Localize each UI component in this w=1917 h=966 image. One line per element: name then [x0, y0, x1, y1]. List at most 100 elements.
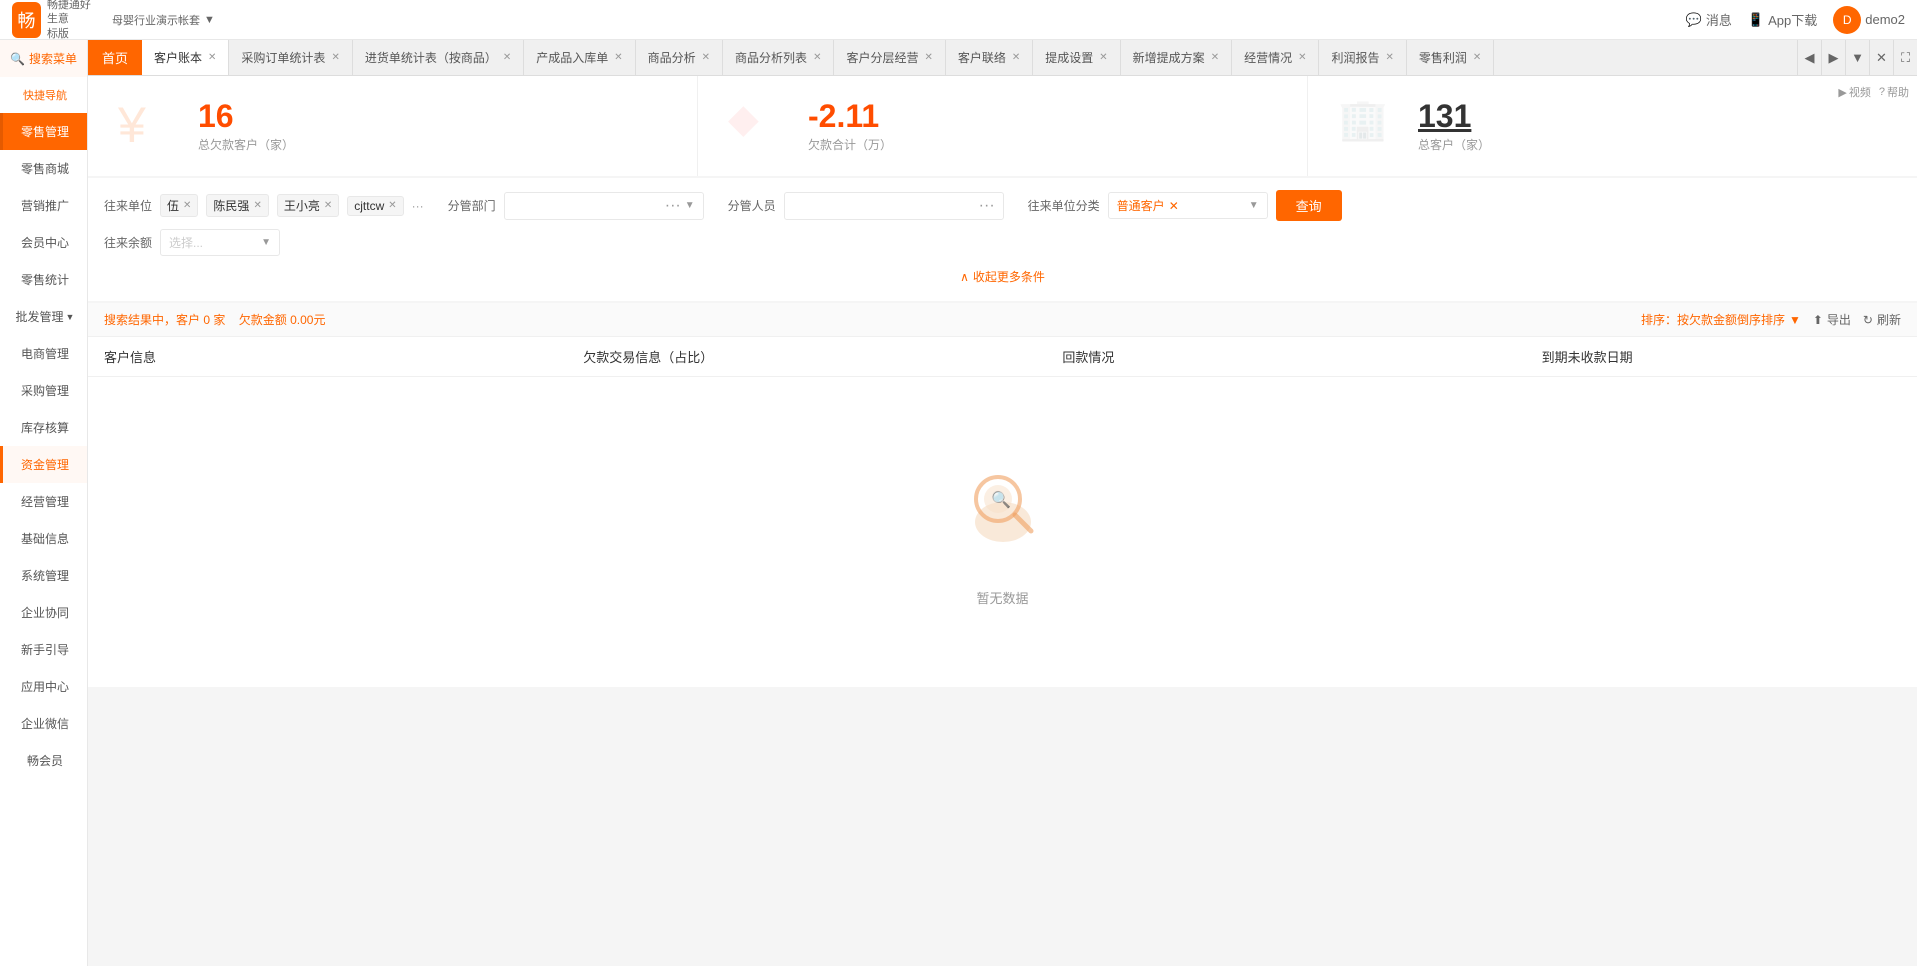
sidebar-item-marketing[interactable]: 营销推广 — [0, 187, 87, 224]
sidebar-item-chang-member[interactable]: 畅会员 — [0, 742, 87, 779]
tab-customer-ledger[interactable]: 客户账本 ✕ — [142, 40, 229, 76]
search-result-bar: 搜索结果中，客户 0 家 欠款金额 0.00元 排序：按欠款金额倒序排序 ▼ ⬆… — [88, 303, 1917, 337]
tab-close-icon[interactable]: ✕ — [1012, 52, 1020, 63]
tab-retail-profit[interactable]: 零售利润 ✕ — [1407, 40, 1494, 76]
tab-close-all-button[interactable]: ✕ — [1869, 40, 1893, 76]
tab-close-icon[interactable]: ✕ — [1473, 52, 1481, 63]
sidebar-item-purchase[interactable]: 采购管理 — [0, 372, 87, 409]
sidebar-item-quick-nav[interactable]: 快捷导航 — [0, 77, 87, 113]
tab-next-button[interactable]: ▶ — [1821, 40, 1845, 76]
tab-customer-tiering[interactable]: 客户分层经营 ✕ — [834, 40, 945, 76]
content-area: 首页 客户账本 ✕ 采购订单统计表 ✕ 进货单统计表（按商品） ✕ 产成品入库单… — [88, 40, 1917, 966]
sidebar-item-retail-stats[interactable]: 零售统计 — [0, 261, 87, 298]
tab-purchase-order-stats[interactable]: 采购订单统计表 ✕ — [229, 40, 352, 76]
export-button[interactable]: ⬆ 导出 — [1813, 311, 1851, 328]
filter-category-label: 往来单位分类 — [1028, 197, 1100, 214]
app-download-button[interactable]: 📱 App下载 — [1748, 10, 1817, 29]
filter-dept-label: 分管部门 — [448, 197, 496, 214]
filter-tag-normal-customer[interactable]: 普通客户 ✕ — [1117, 197, 1179, 214]
sidebar-search-section: 🔍 搜索菜单 — [0, 40, 87, 77]
svg-text:🔍: 🔍 — [991, 489, 1011, 509]
tab-fullscreen-button[interactable]: ⛶ — [1893, 40, 1917, 76]
collapse-filter-button[interactable]: ∧ 收起更多条件 — [104, 264, 1901, 289]
filter-dept-dots[interactable]: ··· — [665, 197, 681, 215]
empty-state: 🔍 暂无数据 — [88, 377, 1917, 687]
video-help-button[interactable]: ▶ 视频 — [1838, 84, 1870, 100]
avatar: D — [1833, 6, 1861, 34]
table-col-repay: 回款情况 — [1062, 347, 1541, 366]
tab-commission-settings[interactable]: 提成设置 ✕ — [1033, 40, 1120, 76]
tab-close-icon[interactable]: ✕ — [614, 52, 622, 63]
remove-tag-cjttcw-icon[interactable]: ✕ — [388, 200, 396, 211]
refresh-button[interactable]: ↻ 刷新 — [1863, 311, 1901, 328]
sidebar-item-member[interactable]: 会员中心 — [0, 224, 87, 261]
workspace-chevron-icon: ▼ — [204, 14, 215, 26]
filter-category-select[interactable]: 普通客户 ✕ ▼ — [1108, 192, 1268, 219]
tab-close-icon[interactable]: ✕ — [208, 52, 216, 63]
tab-customer-contact[interactable]: 客户联络 ✕ — [946, 40, 1033, 76]
filter-tag-cjttcw[interactable]: cjttcw ✕ — [347, 196, 403, 216]
query-button[interactable]: 查询 — [1276, 190, 1342, 221]
sidebar-item-retail-mall[interactable]: 零售商城 — [0, 150, 87, 187]
messages-button[interactable]: 💬 消息 — [1686, 10, 1732, 29]
tab-close-icon[interactable]: ✕ — [813, 52, 821, 63]
filter-more-tags[interactable]: ··· — [412, 199, 424, 213]
remove-tag-wu-icon[interactable]: ✕ — [183, 200, 191, 211]
tab-close-icon[interactable]: ✕ — [1386, 52, 1394, 63]
sidebar: 🔍 搜索菜单 快捷导航 零售管理 零售商城 营销推广 会员中心 零售统计 批发管… — [0, 40, 88, 966]
sidebar-item-enterprise[interactable]: 企业协同 — [0, 594, 87, 631]
sidebar-item-system[interactable]: 系统管理 — [0, 557, 87, 594]
help-icon: ? — [1879, 86, 1885, 98]
tab-close-icon[interactable]: ✕ — [1298, 52, 1306, 63]
logo-icon: 畅 — [12, 2, 41, 38]
tab-close-icon[interactable]: ✕ — [702, 52, 710, 63]
tab-close-icon[interactable]: ✕ — [924, 52, 932, 63]
filter-balance-select[interactable]: 选择... ▼ — [160, 229, 280, 256]
filter-tag-wu[interactable]: 伍 ✕ — [160, 194, 198, 217]
stat-card-customers: ¥ 16 总欠款客户（家） — [88, 76, 698, 176]
sort-select[interactable]: 排序：按欠款金额倒序排序 ▼ — [1641, 311, 1801, 328]
filter-row-2: 往来余额 选择... ▼ — [104, 229, 1901, 256]
sidebar-item-wholesale[interactable]: 批发管理 ▼ — [0, 298, 87, 335]
filter-tag-chen[interactable]: 陈民强 ✕ — [206, 194, 268, 217]
tab-prev-button[interactable]: ◀ — [1797, 40, 1821, 76]
search-menu-button[interactable]: 🔍 搜索菜单 — [8, 50, 79, 67]
video-icon: ▶ — [1838, 86, 1846, 99]
sidebar-item-wechat-work[interactable]: 企业微信 — [0, 705, 87, 742]
filter-tag-wang[interactable]: 王小亮 ✕ — [277, 194, 339, 217]
table-header: 客户信息 欠款交易信息（占比） 回款情况 到期未收款日期 — [88, 337, 1917, 377]
filter-person-select[interactable]: ··· — [784, 192, 1004, 220]
help-button[interactable]: ? 帮助 — [1879, 84, 1909, 100]
sidebar-item-newbie[interactable]: 新手引导 — [0, 631, 87, 668]
logo-text: 畅捷通好生意 标版 — [47, 0, 100, 41]
tab-product-analysis[interactable]: 商品分析 ✕ — [636, 40, 723, 76]
user-menu[interactable]: D demo2 — [1833, 6, 1905, 34]
sidebar-item-ecommerce[interactable]: 电商管理 — [0, 335, 87, 372]
filter-person-label: 分管人员 — [728, 197, 776, 214]
tab-finished-goods[interactable]: 产成品入库单 ✕ — [524, 40, 635, 76]
tab-business-status[interactable]: 经营情况 ✕ — [1232, 40, 1319, 76]
tab-close-icon[interactable]: ✕ — [1099, 52, 1107, 63]
remove-tag-wang-icon[interactable]: ✕ — [324, 200, 332, 211]
tab-add-commission[interactable]: 新增提成方案 ✕ — [1121, 40, 1232, 76]
tab-close-icon[interactable]: ✕ — [1211, 52, 1219, 63]
tab-home[interactable]: 首页 — [88, 40, 142, 76]
tab-purchase-stats-by-product[interactable]: 进货单统计表（按商品） ✕ — [353, 40, 524, 76]
sidebar-item-apps[interactable]: 应用中心 — [0, 668, 87, 705]
top-right-actions: 💬 消息 📱 App下载 D demo2 — [1686, 6, 1905, 34]
sidebar-item-retail-mgmt[interactable]: 零售管理 — [0, 113, 87, 150]
tab-close-icon[interactable]: ✕ — [331, 52, 339, 63]
tab-product-analysis-list[interactable]: 商品分析列表 ✕ — [723, 40, 834, 76]
remove-category-tag-icon[interactable]: ✕ — [1169, 199, 1179, 213]
sidebar-item-finance[interactable]: 资金管理 — [0, 446, 87, 483]
sidebar-item-basic-info[interactable]: 基础信息 — [0, 520, 87, 557]
tab-menu-button[interactable]: ▼ — [1845, 40, 1869, 76]
remove-tag-chen-icon[interactable]: ✕ — [253, 200, 261, 211]
workspace-selector[interactable]: 母婴行业演示帐套 ▼ — [112, 12, 215, 28]
tab-profit-report[interactable]: 利润报告 ✕ — [1319, 40, 1406, 76]
filter-dept-select[interactable]: ··· ▼ — [504, 192, 704, 220]
sidebar-item-inventory[interactable]: 库存核算 — [0, 409, 87, 446]
sidebar-item-operations[interactable]: 经营管理 — [0, 483, 87, 520]
tab-close-icon[interactable]: ✕ — [503, 52, 511, 63]
filter-person-dots[interactable]: ··· — [979, 197, 995, 215]
